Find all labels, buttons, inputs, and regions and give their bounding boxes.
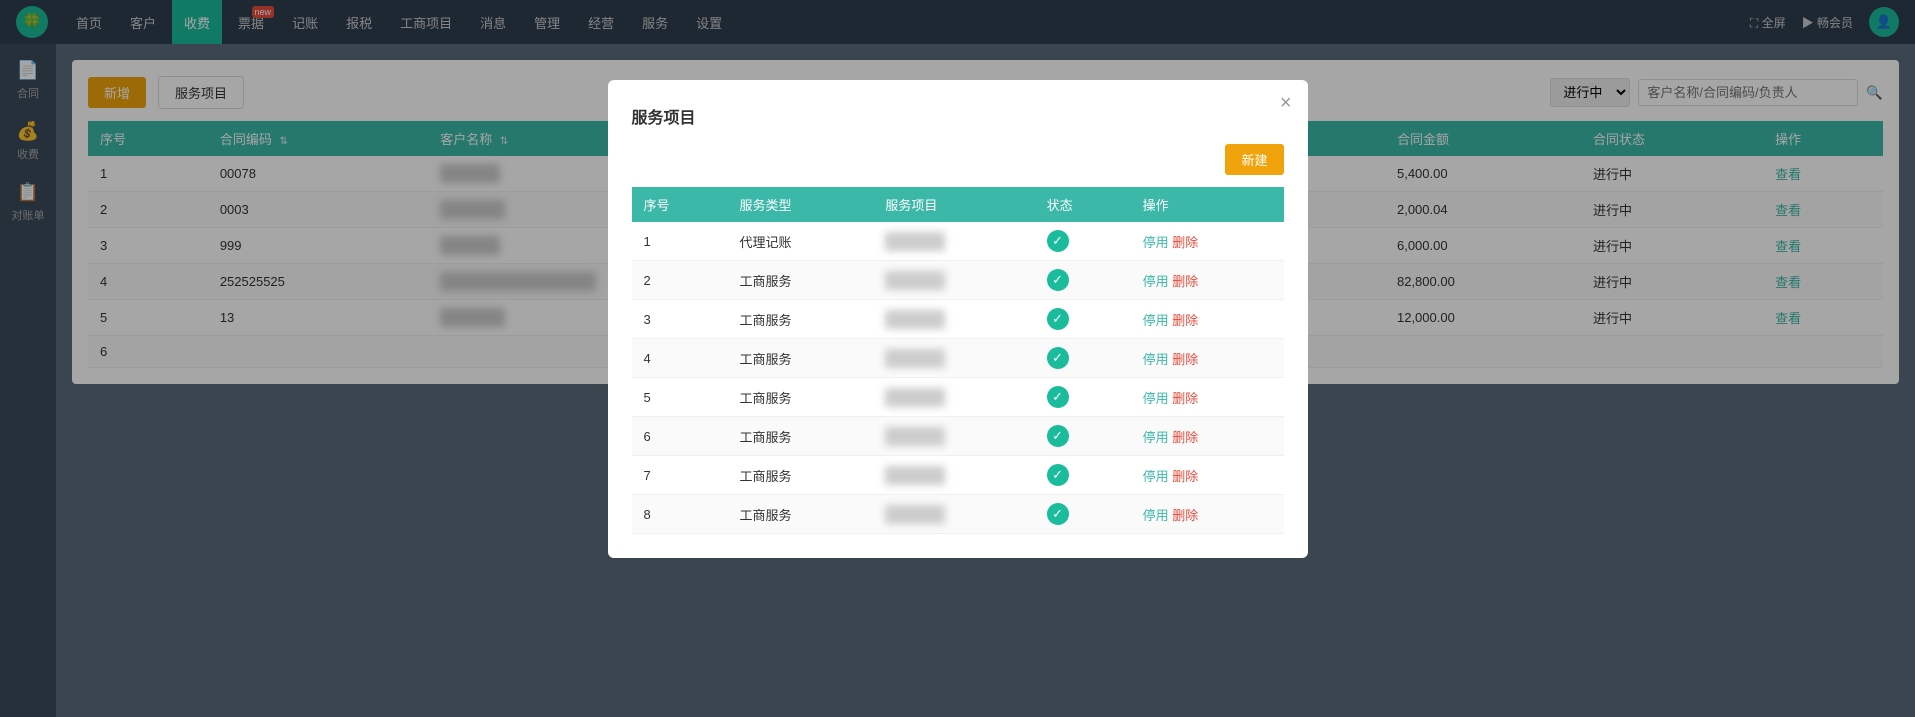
modal-table-row: 6 工商服务 项目名长 ✓ 停用 删除: [632, 417, 1284, 456]
service-modal: × 服务项目 新建 序号 服务类型 服务项目 状态 操作 1: [608, 80, 1308, 558]
modal-table-row: 2 工商服务 项目名 ✓ 停用 删除: [632, 261, 1284, 300]
disable-button[interactable]: 停用: [1143, 232, 1169, 251]
status-check-icon: ✓: [1047, 308, 1069, 330]
modal-table-row: 5 工商服务 项目名 ✓ 停用 删除: [632, 378, 1284, 417]
status-check-icon: ✓: [1047, 464, 1069, 486]
status-check-icon: ✓: [1047, 230, 1069, 252]
delete-button[interactable]: 删除: [1172, 505, 1198, 524]
modal-table-row: 4 工商服务 项目名 ✓ 停用 删除: [632, 339, 1284, 378]
modal-close-button[interactable]: ×: [1280, 92, 1292, 115]
modal-col-item: 服务项目: [873, 187, 1034, 222]
disable-button[interactable]: 停用: [1143, 466, 1169, 485]
modal-table-row: 7 工商服务 项目名 ✓ 停用 删除: [632, 456, 1284, 495]
disable-button[interactable]: 停用: [1143, 310, 1169, 329]
modal-table-row: 3 工商服务 项目名 ✓ 停用 删除: [632, 300, 1284, 339]
status-check-icon: ✓: [1047, 425, 1069, 447]
service-table: 序号 服务类型 服务项目 状态 操作 1 代理记账 项目名1 ✓ 停用: [632, 187, 1284, 534]
modal-toolbar: 新建: [632, 144, 1284, 175]
modal-title: 服务项目: [632, 104, 1284, 128]
status-check-icon: ✓: [1047, 269, 1069, 291]
delete-button[interactable]: 删除: [1172, 349, 1198, 368]
disable-button[interactable]: 停用: [1143, 271, 1169, 290]
modal-overlay: × 服务项目 新建 序号 服务类型 服务项目 状态 操作 1: [0, 0, 1915, 717]
modal-table-row: 1 代理记账 项目名1 ✓ 停用 删除: [632, 222, 1284, 261]
disable-button[interactable]: 停用: [1143, 427, 1169, 446]
disable-button[interactable]: 停用: [1143, 388, 1169, 407]
modal-table-row: 8 工商服务 注册 ✓ 停用 删除: [632, 495, 1284, 534]
modal-col-status: 状态: [1035, 187, 1131, 222]
status-check-icon: ✓: [1047, 503, 1069, 525]
delete-button[interactable]: 删除: [1172, 466, 1198, 485]
delete-button[interactable]: 删除: [1172, 427, 1198, 446]
disable-button[interactable]: 停用: [1143, 349, 1169, 368]
disable-button[interactable]: 停用: [1143, 505, 1169, 524]
modal-body[interactable]: 序号 服务类型 服务项目 状态 操作 1 代理记账 项目名1 ✓ 停用: [632, 187, 1284, 534]
modal-col-action: 操作: [1131, 187, 1284, 222]
delete-button[interactable]: 删除: [1172, 232, 1198, 251]
delete-button[interactable]: 删除: [1172, 388, 1198, 407]
status-check-icon: ✓: [1047, 347, 1069, 369]
delete-button[interactable]: 删除: [1172, 310, 1198, 329]
delete-button[interactable]: 删除: [1172, 271, 1198, 290]
status-check-icon: ✓: [1047, 386, 1069, 408]
modal-add-button[interactable]: 新建: [1225, 144, 1283, 175]
modal-col-type: 服务类型: [727, 187, 873, 222]
modal-col-seq: 序号: [632, 187, 728, 222]
